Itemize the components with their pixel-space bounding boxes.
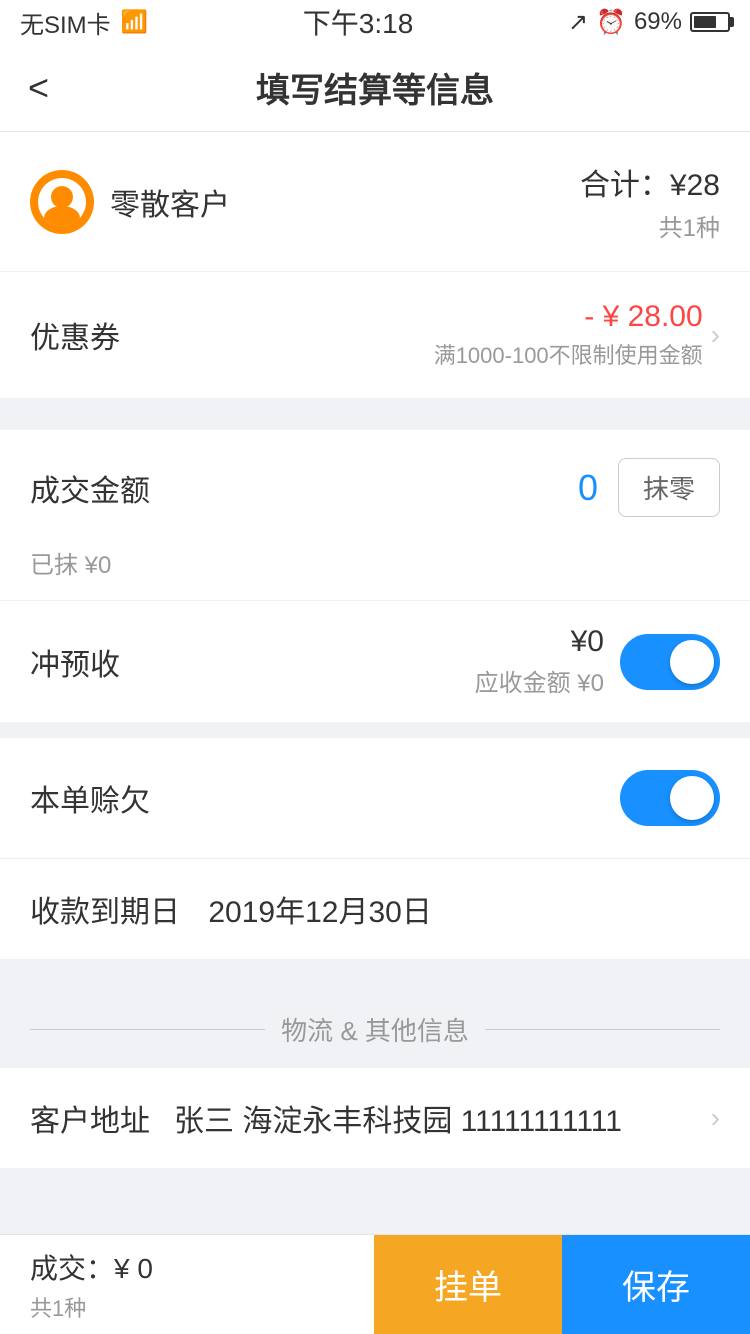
debt-row: 本单赊欠 (0, 738, 750, 858)
coupon-col: - ¥ 28.00 满1000-100不限制使用金额 (434, 300, 703, 370)
deal-amount-value: 0 (578, 467, 598, 509)
debt-section: 本单赊欠 收款到期日 2019年12月30日 (0, 738, 750, 959)
address-row[interactable]: 客户地址 张三 海淀永丰科技园 11111111111 › (0, 1068, 750, 1168)
logistics-header: 物流 & 其他信息 (0, 991, 750, 1068)
deal-section: 成交金额 0 抹零 已抹 ¥0 冲预收 ¥0 应收金额 ¥0 (0, 430, 750, 722)
customer-right: 合计：¥28 共1种 (580, 160, 720, 243)
bottom-deal-value: ¥ 0 (114, 1253, 153, 1284)
battery-percent: 69% (634, 8, 682, 36)
address-left: 客户地址 张三 海淀永丰科技园 11111111111 (30, 1096, 622, 1140)
coupon-right: - ¥ 28.00 满1000-100不限制使用金额 › (434, 300, 720, 370)
address-chevron-icon: › (711, 1102, 720, 1134)
address-label: 客户地址 (30, 1096, 150, 1140)
prepaid-note: 应收金额 ¥0 (475, 663, 604, 698)
due-date-label: 收款到期日 (30, 896, 180, 929)
bottom-bar: 成交：¥ 0 共1种 挂单 保存 (0, 1234, 750, 1334)
status-left: 无SIM卡 📶 (20, 5, 148, 40)
separator-1 (0, 414, 750, 430)
customer-left: 零散客户 (30, 170, 230, 234)
total-count: 共1种 (580, 208, 720, 243)
back-button[interactable]: < (28, 67, 49, 109)
wifi-icon: 📶 (121, 9, 148, 35)
bottom-deal-label: 成交： (30, 1253, 114, 1284)
page-title: 填写结算等信息 (256, 63, 494, 112)
battery-icon (690, 12, 730, 32)
location-icon: ↗ (568, 8, 588, 37)
logistics-title: 物流 & 其他信息 (281, 1011, 469, 1048)
debt-label: 本单赊欠 (30, 776, 150, 820)
customer-name: 零散客户 (110, 180, 230, 224)
carrier-text: 无SIM卡 (20, 5, 111, 40)
coupon-row[interactable]: 优惠券 - ¥ 28.00 满1000-100不限制使用金额 › (0, 271, 750, 398)
debt-toggle-knob (670, 776, 714, 820)
address-section: 客户地址 张三 海淀永丰科技园 11111111111 › (0, 1068, 750, 1168)
prepaid-col: ¥0 应收金额 ¥0 (475, 625, 604, 698)
separator-3 (0, 975, 750, 991)
customer-row: 零散客户 合计：¥28 共1种 (0, 132, 750, 271)
bottom-count: 共1种 (30, 1291, 344, 1323)
debt-toggle[interactable] (620, 770, 720, 826)
coupon-note: 满1000-100不限制使用金额 (434, 338, 703, 370)
due-date-row: 收款到期日 2019年12月30日 (0, 858, 750, 959)
deal-sub-text: 已抹 ¥0 (0, 545, 750, 600)
bottom-info: 成交：¥ 0 共1种 (0, 1235, 374, 1334)
prepaid-amount: ¥0 (475, 625, 604, 659)
prepaid-right: ¥0 应收金额 ¥0 (475, 625, 720, 698)
deal-amount-label: 成交金额 (30, 466, 150, 510)
prepaid-row: 冲预收 ¥0 应收金额 ¥0 (0, 600, 750, 722)
deal-amount-row: 成交金额 0 抹零 (0, 430, 750, 545)
due-date-value: 2019年12月30日 (208, 896, 431, 929)
coupon-label: 优惠券 (30, 313, 120, 357)
status-bar: 无SIM卡 📶 下午3:18 ↗ ⏰ 69% (0, 0, 750, 44)
chevron-right-icon: › (711, 319, 720, 351)
avatar (30, 170, 94, 234)
save-button[interactable]: 保存 (562, 1235, 750, 1334)
status-right: ↗ ⏰ 69% (568, 8, 730, 37)
address-value: 张三 海淀永丰科技园 11111111111 (174, 1096, 622, 1140)
toggle-knob (670, 640, 714, 684)
prepaid-label: 冲预收 (30, 640, 120, 684)
alarm-icon: ⏰ (596, 8, 626, 37)
nav-bar: < 填写结算等信息 (0, 44, 750, 132)
separator-2 (0, 722, 750, 738)
deal-amount-right: 0 抹零 (578, 458, 720, 517)
bottom-deal-text: 成交：¥ 0 (30, 1247, 344, 1287)
time-display: 下午3:18 (303, 2, 414, 42)
customer-section: 零散客户 合计：¥28 共1种 优惠券 - ¥ 28.00 满1000-100不… (0, 132, 750, 398)
prepaid-toggle[interactable] (620, 634, 720, 690)
hang-order-button[interactable]: 挂单 (374, 1235, 562, 1334)
total-amount: 合计：¥28 (580, 160, 720, 204)
coupon-value: - ¥ 28.00 (434, 300, 703, 334)
round-down-button[interactable]: 抹零 (618, 458, 720, 517)
